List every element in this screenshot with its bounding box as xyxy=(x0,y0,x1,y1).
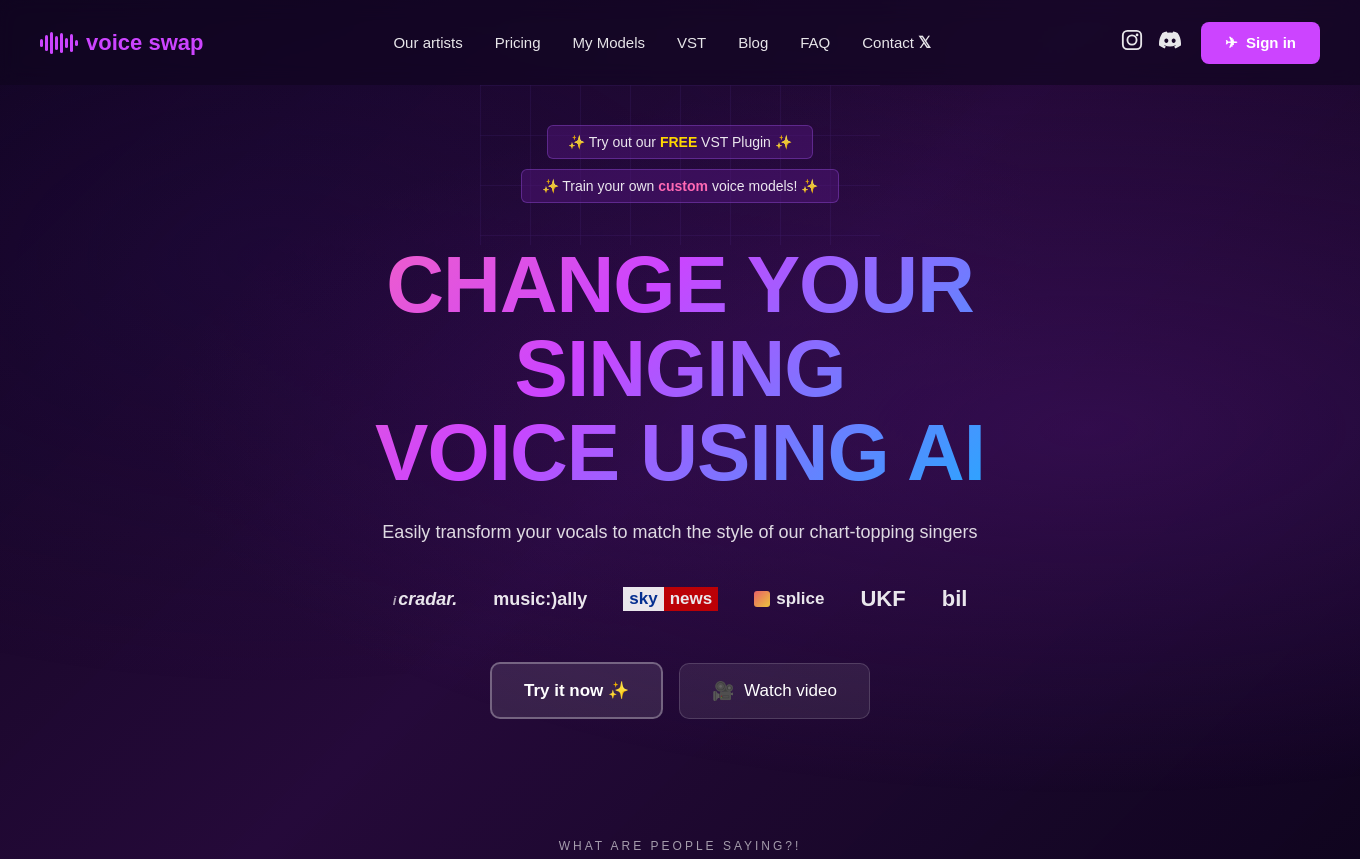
skynews-news-text: news xyxy=(664,587,719,611)
announcement-bar-2[interactable]: ✨ Train your own custom voice models! ✨ xyxy=(521,169,840,203)
announcement-1-prefix: ✨ Try out our xyxy=(568,134,660,150)
svg-rect-0 xyxy=(1123,31,1141,49)
signin-label: Sign in xyxy=(1246,34,1296,51)
announcement-2-highlight: custom xyxy=(658,178,708,194)
nav-link-faq[interactable]: FAQ xyxy=(800,34,830,51)
logo-text: voice swap xyxy=(86,30,203,56)
nav-link-vst[interactable]: VST xyxy=(677,34,706,51)
discord-icon[interactable] xyxy=(1159,29,1181,56)
cta-buttons: Try it now ✨ 🎥 Watch video xyxy=(490,662,870,719)
nav-links: Our artists Pricing My Models VST Blog F… xyxy=(393,33,931,52)
nav-item-vst[interactable]: VST xyxy=(677,34,706,52)
nav-contact-text: Contact xyxy=(862,34,914,51)
svg-point-1 xyxy=(1127,35,1136,44)
announcement-2-prefix: ✨ Train your own xyxy=(542,178,659,194)
headline-line1: CHANGE YOUR SINGING xyxy=(386,240,974,413)
what-label[interactable]: WHAT ARE PEOPLE SAYING?! xyxy=(0,839,1360,853)
logo[interactable]: voice swap xyxy=(40,30,203,56)
splice-icon xyxy=(754,591,770,607)
nav-link-blog[interactable]: Blog xyxy=(738,34,768,51)
nav-link-pricing[interactable]: Pricing xyxy=(495,34,541,51)
press-logo-ukf: UKF xyxy=(860,586,905,612)
try-it-now-button[interactable]: Try it now ✨ xyxy=(490,662,663,719)
press-logo-skynews: skynews xyxy=(623,587,718,611)
nav-item-our-artists[interactable]: Our artists xyxy=(393,34,462,52)
press-logo-splice: splice xyxy=(754,589,824,609)
press-logo-bil: bil xyxy=(942,586,968,612)
hero-section: ✨ Try out our FREE VST Plugin ✨ ✨ Train … xyxy=(0,85,1360,779)
watch-video-button[interactable]: 🎥 Watch video xyxy=(679,663,870,719)
announcement-1-suffix: VST Plugin ✨ xyxy=(697,134,792,150)
watch-video-label: Watch video xyxy=(744,681,837,701)
signin-button[interactable]: ✈ Sign in xyxy=(1201,22,1320,64)
navbar: voice swap Our artists Pricing My Models… xyxy=(0,0,1360,85)
nav-link-our-artists[interactable]: Our artists xyxy=(393,34,462,51)
signin-icon: ✈ xyxy=(1225,34,1238,52)
press-logo-musicaly: music:)ally xyxy=(493,589,587,610)
announcement-2-suffix: voice models! ✨ xyxy=(708,178,818,194)
x-twitter-icon: 𝕏 xyxy=(918,33,931,52)
press-logos: icradar. music:)ally skynews splice UKF … xyxy=(393,586,968,612)
announcement-bar-1[interactable]: ✨ Try out our FREE VST Plugin ✨ xyxy=(547,125,813,159)
skynews-sky-text: sky xyxy=(623,587,663,611)
hero-headline: CHANGE YOUR SINGING VOICE USING AI xyxy=(230,243,1130,495)
nav-item-faq[interactable]: FAQ xyxy=(800,34,830,52)
logo-waveform-icon xyxy=(40,31,78,55)
logo-part2: swap xyxy=(148,30,203,55)
nav-link-contact[interactable]: Contact 𝕏 xyxy=(862,33,931,52)
nav-item-contact[interactable]: Contact 𝕏 xyxy=(862,33,931,52)
logo-part1: voice xyxy=(86,30,142,55)
press-logo-icradar: icradar. xyxy=(393,589,458,610)
nav-social-icons xyxy=(1121,29,1181,56)
video-camera-icon: 🎥 xyxy=(712,680,734,702)
bottom-teaser: WHAT ARE PEOPLE SAYING?! ▼ xyxy=(0,799,1360,859)
instagram-icon[interactable] xyxy=(1121,29,1143,56)
announcement-1-highlight: FREE xyxy=(660,134,697,150)
svg-point-2 xyxy=(1136,34,1139,37)
hero-subheadline: Easily transform your vocals to match th… xyxy=(382,519,977,546)
nav-item-blog[interactable]: Blog xyxy=(738,34,768,52)
nav-item-my-models[interactable]: My Models xyxy=(573,34,646,52)
headline-line2: VOICE USING AI xyxy=(375,408,985,497)
nav-link-my-models[interactable]: My Models xyxy=(573,34,646,51)
splice-text: splice xyxy=(776,589,824,609)
nav-item-pricing[interactable]: Pricing xyxy=(495,34,541,52)
